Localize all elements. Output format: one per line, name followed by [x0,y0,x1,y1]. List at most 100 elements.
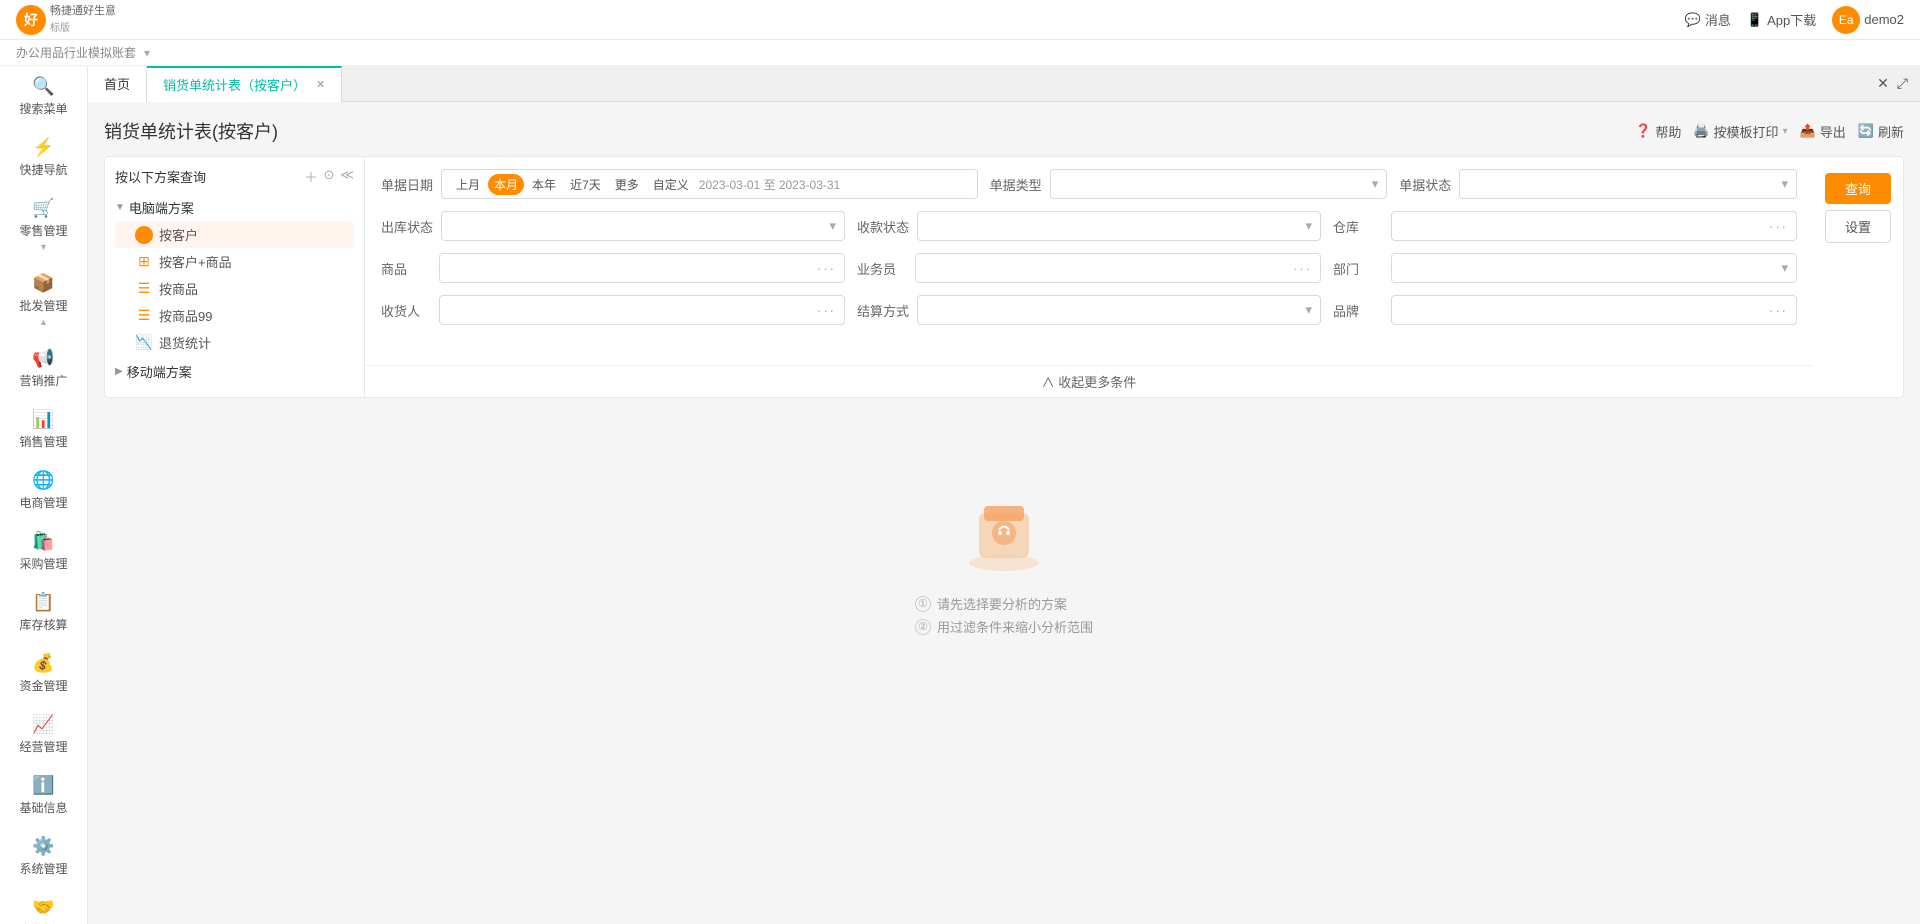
filter-body: 按以下方案查询 ＋ ⊙ ≪ ▼ [105,157,1903,397]
filter-row-4: 收货人 ··· 结算方式 ▾ [381,295,1797,325]
print-btn[interactable]: 🖨️ 按模板打印 ▾ [1693,122,1787,141]
warehouse-control[interactable]: ··· [1391,211,1797,241]
sidebar-item-quick-nav[interactable]: ⚡ 快捷导航 [0,127,87,188]
scheme-title-icons: ＋ ⊙ ≪ [304,167,354,186]
sidebar-item-operations[interactable]: 📈 经营管理 [0,704,87,765]
scheme-settings-icon[interactable]: ⊙ [323,167,334,186]
out-status-control[interactable]: ▾ [441,211,845,241]
receipt-status-label: 收款状态 [857,217,909,236]
sidebar-item-retail[interactable]: 🛒 零售管理 ▾ [0,188,87,263]
sidebar-item-enterprise[interactable]: 🤝 企业协同 [0,887,87,924]
out-status-arrow-icon: ▾ [829,218,836,234]
brand-control[interactable]: ··· [1391,295,1797,325]
sidebar-item-search-menu[interactable]: 🔍 搜索菜单 [0,66,87,127]
download-icon: 📱 [1747,12,1763,28]
goods-label: 商品 [381,259,431,278]
basic-info-icon: ℹ️ [32,775,54,796]
scheme-group-desktop-header[interactable]: ▼ 电脑端方案 [115,194,354,221]
page-title: 销货单统计表(按客户) [104,118,278,144]
window-close-icon[interactable]: ✕ [1877,75,1889,92]
sidebar-item-inventory[interactable]: 📋 库存核算 [0,582,87,643]
empty-state: ① 请先选择要分析的方案 ② 用过滤条件来缩小分析范围 [104,398,1904,720]
date-tab-this-year[interactable]: 本年 [526,174,562,195]
tab-sales-stats[interactable]: 销货单统计表（按客户） ✕ [147,66,342,102]
scheme-group-mobile-header[interactable]: ▶ 移动端方案 [115,356,354,387]
date-tab-more[interactable]: 更多 [609,174,645,195]
sidebar-item-marketing[interactable]: 📢 营销推广 [0,338,87,399]
empty-tip-1: ① 请先选择要分析的方案 [915,594,1093,613]
date-tab-last-month[interactable]: 上月 [450,174,486,195]
order-type-label: 单据类型 [990,175,1042,194]
goods-control[interactable]: ··· [439,253,845,283]
scheme-item-by-goods-99[interactable]: ☰ 按商品99 [115,302,354,329]
help-icon: ❓ [1635,123,1651,139]
system-icon: ⚙️ [32,836,54,857]
user-menu-btn[interactable]: Ea demo2 [1832,6,1904,34]
refresh-btn[interactable]: 🔄 刷新 [1858,122,1904,141]
sidebar-item-sales-mgmt[interactable]: 📊 销售管理 [0,399,87,460]
help-label: 帮助 [1655,122,1681,141]
payment-method-control[interactable]: ▾ [917,295,1321,325]
scheme-title-text: 按以下方案查询 [115,167,206,186]
app-download-btn[interactable]: 📱 App下载 [1747,10,1816,29]
scheme-add-icon[interactable]: ＋ [304,167,317,186]
sidebar: 🔍 搜索菜单 ⚡ 快捷导航 🛒 零售管理 ▾ 📦 批发管理 ▴ 📢 营销推广 [0,66,88,924]
logo-text: 畅捷通好生意 [50,5,116,18]
help-btn[interactable]: ❓ 帮助 [1635,122,1681,141]
date-control[interactable]: 上月 本月 本年 近7天 更多 自定义 2023-03-01 至 20 [441,169,978,199]
date-tab-this-month[interactable]: 本月 [488,174,524,195]
date-tab-custom[interactable]: 自定义 [647,174,695,195]
message-btn[interactable]: 💬 消息 [1685,10,1731,29]
query-btn[interactable]: 查询 [1825,173,1891,204]
scheme-item-return-stats[interactable]: 📉 退货统计 [115,329,354,356]
collapse-text: ∧ 收起更多条件 [1042,375,1137,390]
sidebar-label-finance: 资金管理 [19,677,67,694]
export-icon: 📤 [1800,123,1816,139]
industry-label: 办公用品行业模拟账套 [16,44,136,61]
receipt-status-field: 收款状态 ▾ [857,211,1321,241]
empty-tips: ① 请先选择要分析的方案 ② 用过滤条件来缩小分析范围 [915,594,1093,640]
tab-close-btn[interactable]: ✕ [316,78,325,91]
sidebar-item-purchase[interactable]: 🛍️ 采购管理 [0,521,87,582]
scheme-group-mobile: ▶ 移动端方案 [115,356,354,387]
window-maximize-icon[interactable]: ⤢ [1897,75,1908,92]
warehouse-field: 仓库 ··· [1333,211,1797,241]
scheme-item-by-goods[interactable]: ☰ 按商品 [115,275,354,302]
receipt-status-control[interactable]: ▾ [917,211,1321,241]
date-tab-7days[interactable]: 近7天 [564,174,607,195]
sidebar-item-basic-info[interactable]: ℹ️ 基础信息 [0,765,87,826]
scheme-item-by-customer[interactable]: 按客户 [115,221,354,248]
industry-dropdown-icon[interactable]: ▾ [144,46,150,60]
sidebar-label-search-menu: 搜索菜单 [19,100,67,117]
sidebar-item-ecom[interactable]: 🌐 电商管理 [0,460,87,521]
date-field: 单据日期 上月 本月 本年 近7天 更多 [381,169,978,199]
sales-mgmt-icon: 📊 [32,409,54,430]
setting-btn[interactable]: 设置 [1825,210,1891,243]
filter-row-1: 单据日期 上月 本月 本年 近7天 更多 [381,169,1797,199]
dept-label: 部门 [1333,259,1383,278]
filter-row-2: 出库状态 ▾ 收款状态 ▾ [381,211,1797,241]
scheme-list: ▼ 电脑端方案 按客户 ⊞ 按客户+商品 [115,194,354,387]
tab-home[interactable]: 首页 [88,66,147,102]
operations-icon: 📈 [32,714,54,735]
receiver-control[interactable]: ··· [439,295,845,325]
dept-control[interactable]: ▾ [1391,253,1797,283]
salesperson-control[interactable]: ··· [915,253,1321,283]
desktop-expand-icon: ▼ [115,202,125,213]
sidebar-item-system[interactable]: ⚙️ 系统管理 [0,826,87,887]
collapse-bar[interactable]: ∧ 收起更多条件 [365,365,1813,397]
avatar: Ea [1832,6,1860,34]
brand-label: 品牌 [1333,301,1383,320]
order-type-control[interactable]: ▾ [1050,169,1388,199]
search-menu-icon: 🔍 [32,76,54,97]
scheme-item-customer-goods[interactable]: ⊞ 按客户+商品 [115,248,354,275]
sidebar-item-finance[interactable]: 💰 资金管理 [0,643,87,704]
export-btn[interactable]: 📤 导出 [1800,122,1846,141]
sidebar-item-wholesale[interactable]: 📦 批发管理 ▴ [0,263,87,338]
payment-method-arrow-icon: ▾ [1305,302,1312,318]
scheme-collapse-icon[interactable]: ≪ [340,167,354,186]
order-status-control[interactable]: ▾ [1459,169,1797,199]
page-actions: ❓ 帮助 🖨️ 按模板打印 ▾ 📤 导出 � [1635,122,1904,141]
scheme-panel: 按以下方案查询 ＋ ⊙ ≪ ▼ [105,157,365,397]
content-area: 首页 销货单统计表（按客户） ✕ ✕ ⤢ 销货单统计表(按客户) [88,66,1920,924]
